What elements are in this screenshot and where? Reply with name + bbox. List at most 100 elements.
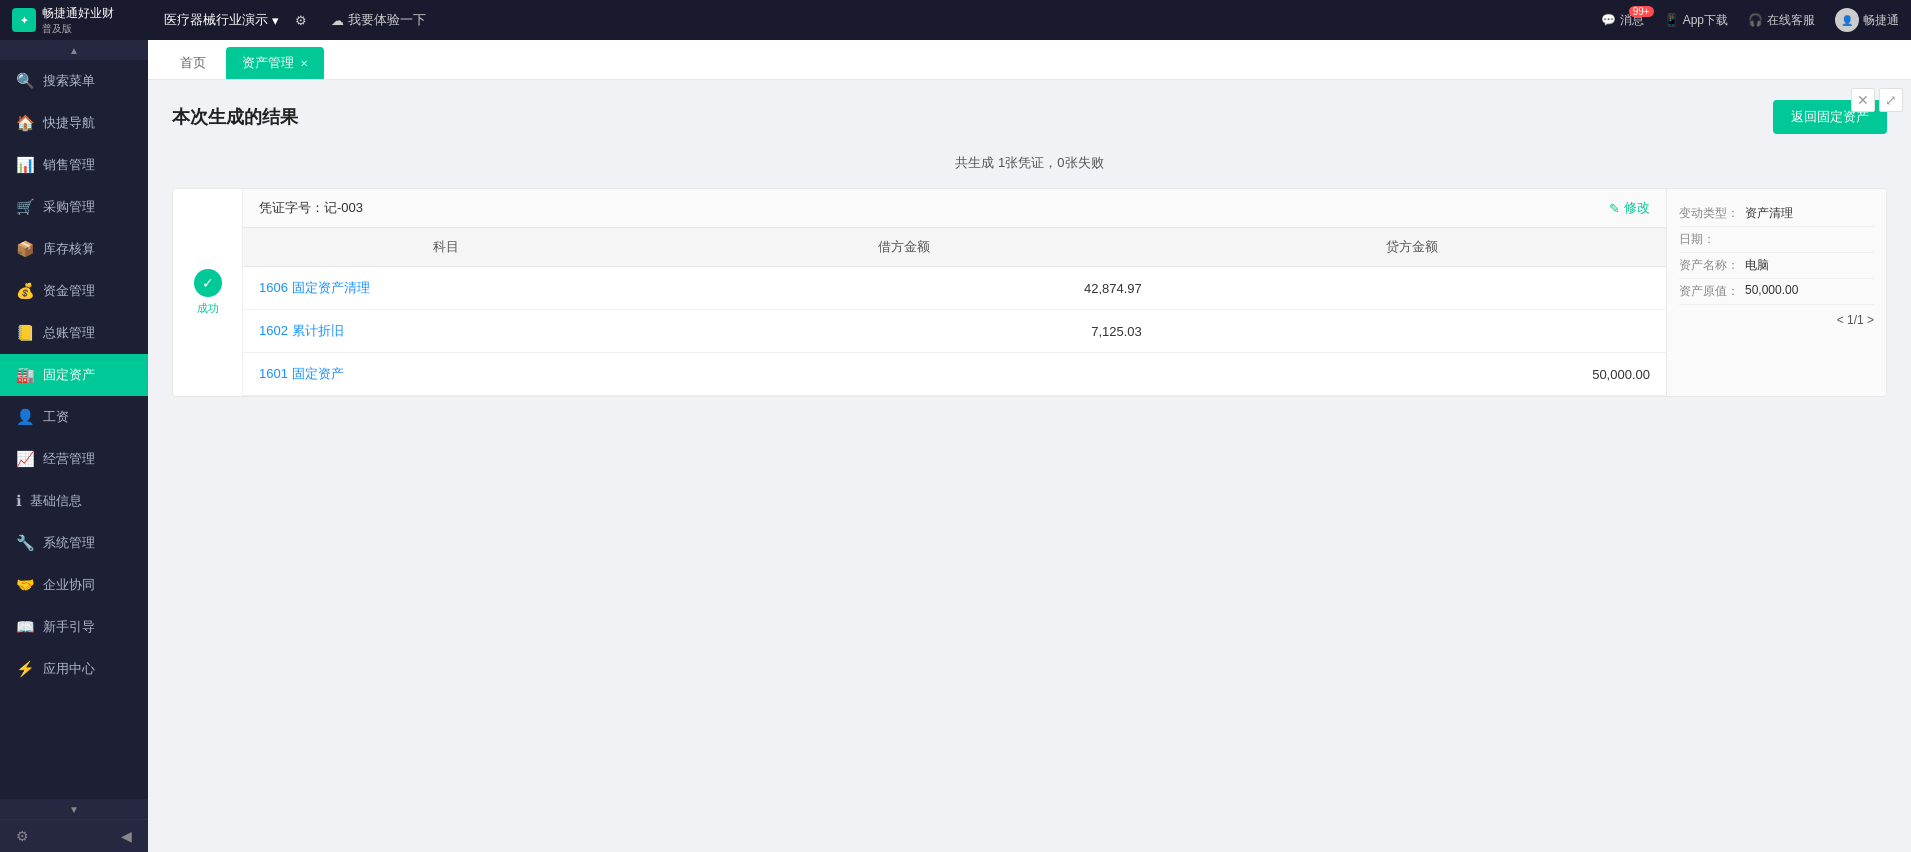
factory-icon: 🏭 (16, 366, 35, 384)
col-subject: 科目 (243, 228, 650, 267)
sidebar-scroll-up[interactable]: ▲ (0, 40, 148, 60)
credit-cell (1158, 267, 1666, 310)
experience-button[interactable]: ☁ 我要体验一下 (331, 11, 426, 29)
type-item: 变动类型： 资产清理 (1679, 201, 1874, 227)
original-value-item: 资产原值： 50,000.00 (1679, 279, 1874, 305)
logo-area: ✦ 畅捷通好业财 普及版 (12, 5, 160, 36)
business-icon: 📈 (16, 450, 35, 468)
sidebar-item-business[interactable]: 📈 经营管理 (0, 438, 148, 480)
asset-name-item: 资产名称： 电脑 (1679, 253, 1874, 279)
chart-icon: 📊 (16, 156, 35, 174)
debit-cell (650, 353, 1158, 396)
sidebar-nav: 🔍 搜索菜单 🏠 快捷导航 📊 销售管理 🛒 采购管理 📦 库存核算 💰 (0, 60, 148, 799)
avatar: 👤 (1835, 8, 1859, 32)
pagination[interactable]: < 1/1 > (1679, 305, 1874, 327)
asset-name-value: 电脑 (1745, 257, 1769, 274)
voucher-number: 凭证字号：记-003 (259, 199, 363, 217)
message-button[interactable]: 💬 消息 99+ (1601, 12, 1644, 29)
sidebar-scroll-down[interactable]: ▼ (0, 799, 148, 819)
voucher-right-panel: 变动类型： 资产清理 日期： 资产名称： 电脑 资产原值： 50,000.00 (1666, 189, 1886, 396)
sidebar-collapse-icon[interactable]: ◀ (121, 828, 132, 844)
success-sidebar: ✓ 成功 (173, 189, 243, 396)
sidebar-item-ledger[interactable]: 📒 总账管理 (0, 312, 148, 354)
debit-cell: 7,125.03 (650, 310, 1158, 353)
success-label: 成功 (197, 301, 219, 316)
voucher-main: 凭证字号：记-003 ✎ 修改 科目 借方金额 贷方 (243, 189, 1666, 396)
credit-cell: 50,000.00 (1158, 353, 1666, 396)
success-check-icon: ✓ (194, 269, 222, 297)
sidebar-item-fund[interactable]: 💰 资金管理 (0, 270, 148, 312)
sidebar-item-quick-nav[interactable]: 🏠 快捷导航 (0, 102, 148, 144)
content-area: 首页 资产管理 ✕ ✕ ⤢ 本次生成的结果 返回固定资产 共生成 1张凭证，0张… (148, 40, 1911, 852)
table-wrapper: ✓ 成功 凭证字号：记-003 ✎ 修改 (173, 189, 1666, 396)
person-icon: 👤 (16, 408, 35, 426)
tabs-bar: 首页 资产管理 ✕ (148, 40, 1911, 80)
table-row: 1601 固定资产 50,000.00 (243, 353, 1666, 396)
sidebar-item-purchase[interactable]: 🛒 采购管理 (0, 186, 148, 228)
page-title-row: 本次生成的结果 返回固定资产 (172, 100, 1887, 134)
app-icon: ⚡ (16, 660, 35, 678)
user-profile[interactable]: 👤 畅捷通 (1835, 8, 1899, 32)
logo-text: 畅捷通好业财 普及版 (42, 5, 114, 36)
summary-line: 共生成 1张凭证，0张失败 (172, 154, 1887, 172)
subject-cell: 1602 累计折旧 (243, 310, 650, 353)
edit-button[interactable]: ✎ 修改 (1609, 199, 1650, 217)
voucher-header: 凭证字号：记-003 ✎ 修改 (243, 189, 1666, 228)
original-value-label: 资产原值： (1679, 283, 1739, 300)
sidebar-item-system[interactable]: 🔧 系统管理 (0, 522, 148, 564)
online-service-button[interactable]: 🎧 在线客服 (1748, 12, 1815, 29)
page-content: ✕ ⤢ 本次生成的结果 返回固定资产 共生成 1张凭证，0张失败 ✓ 成功 (148, 80, 1911, 852)
sidebar-item-inventory[interactable]: 📦 库存核算 (0, 228, 148, 270)
tools-icon: 🔧 (16, 534, 35, 552)
sidebar-item-search[interactable]: 🔍 搜索菜单 (0, 60, 148, 102)
close-button[interactable]: ✕ (1851, 88, 1875, 112)
chevron-down-icon: ▾ (272, 13, 279, 28)
tab-close-icon[interactable]: ✕ (300, 58, 308, 69)
sidebar-item-app-center[interactable]: ⚡ 应用中心 (0, 648, 148, 690)
expand-button[interactable]: ⤢ (1879, 88, 1903, 112)
sidebar-bottom: ⚙ ◀ (0, 819, 148, 852)
search-icon: 🔍 (16, 72, 35, 90)
app-download-button[interactable]: 📱 App下载 (1664, 12, 1728, 29)
type-label: 变动类型： (1679, 205, 1739, 222)
credit-cell (1158, 310, 1666, 353)
sidebar-settings-icon[interactable]: ⚙ (16, 828, 29, 844)
sidebar-item-payroll[interactable]: 👤 工资 (0, 396, 148, 438)
sidebar-item-enterprise[interactable]: 🤝 企业协同 (0, 564, 148, 606)
main-layout: ▲ 🔍 搜索菜单 🏠 快捷导航 📊 销售管理 🛒 采购管理 📦 库存核算 (0, 40, 1911, 852)
tab-asset-mgmt[interactable]: 资产管理 ✕ (226, 47, 324, 79)
sidebar-item-fixed-assets[interactable]: 🏭 固定资产 (0, 354, 148, 396)
company-selector[interactable]: 医疗器械行业演示 ▾ (164, 11, 279, 29)
page-title: 本次生成的结果 (172, 105, 298, 129)
ledger-icon: 📒 (16, 324, 35, 342)
money-icon: 💰 (16, 282, 35, 300)
box-icon: 📦 (16, 240, 35, 258)
download-icon: 📱 (1664, 13, 1679, 27)
cart-icon: 🛒 (16, 198, 35, 216)
asset-name-label: 资产名称： (1679, 257, 1739, 274)
info-icon: ℹ (16, 492, 22, 510)
sidebar-item-sales[interactable]: 📊 销售管理 (0, 144, 148, 186)
type-value: 资产清理 (1745, 205, 1793, 222)
cloud-icon: ☁ (331, 13, 344, 28)
notification-badge: 99+ (1629, 6, 1654, 17)
header-right-actions: 💬 消息 99+ 📱 App下载 🎧 在线客服 👤 畅捷通 (1601, 8, 1899, 32)
tab-home[interactable]: 首页 (164, 47, 222, 79)
date-label: 日期： (1679, 231, 1715, 248)
handshake-icon: 🤝 (16, 576, 35, 594)
subject-cell: 1606 固定资产清理 (243, 267, 650, 310)
sidebar: ▲ 🔍 搜索菜单 🏠 快捷导航 📊 销售管理 🛒 采购管理 📦 库存核算 (0, 40, 148, 852)
sidebar-item-basic-info[interactable]: ℹ 基础信息 (0, 480, 148, 522)
gear-button[interactable]: ⚙ (287, 6, 315, 34)
table-row: 1602 累计折旧 7,125.03 (243, 310, 1666, 353)
message-icon: 💬 (1601, 13, 1616, 27)
top-header: ✦ 畅捷通好业财 普及版 医疗器械行业演示 ▾ ⚙ ☁ 我要体验一下 💬 消息 … (0, 0, 1911, 40)
username-label: 畅捷通 (1863, 12, 1899, 29)
debit-cell: 42,874.97 (650, 267, 1158, 310)
sidebar-item-guide[interactable]: 📖 新手引导 (0, 606, 148, 648)
subject-cell: 1601 固定资产 (243, 353, 650, 396)
table-row: 1606 固定资产清理 42,874.97 (243, 267, 1666, 310)
service-icon: 🎧 (1748, 13, 1763, 27)
edit-icon: ✎ (1609, 201, 1620, 216)
voucher-table: 科目 借方金额 贷方金额 1606 固定资产清理 42,874.97 (243, 228, 1666, 396)
